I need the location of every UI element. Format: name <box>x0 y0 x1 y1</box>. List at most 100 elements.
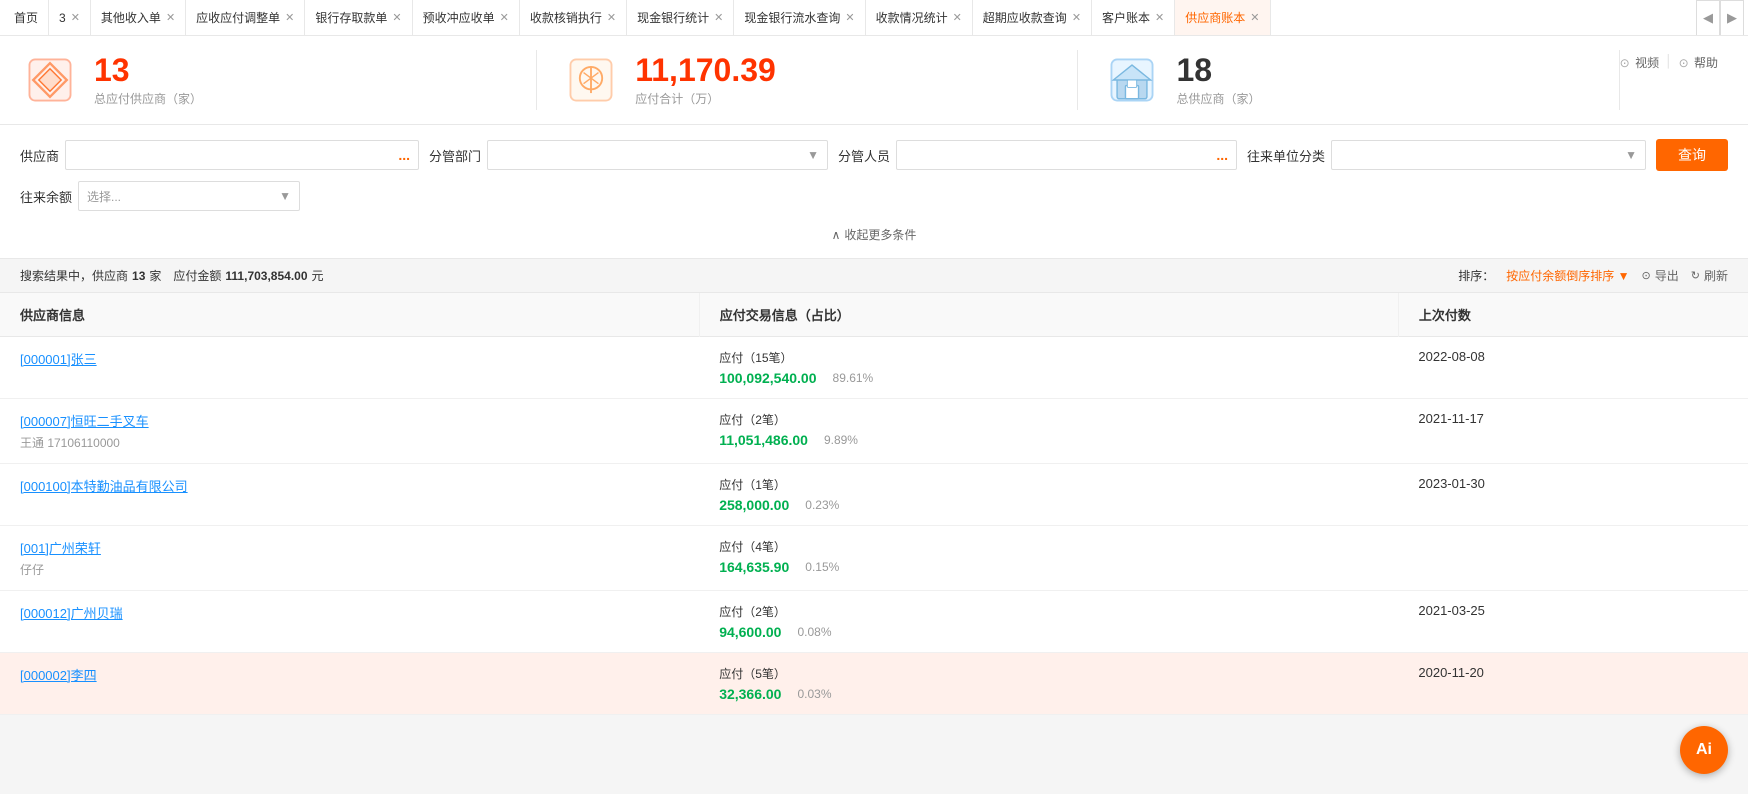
nav-next-arrow[interactable]: ▶ <box>1720 0 1744 36</box>
tx-cell-1: 应付（2笔）11,051,486.009.89% <box>699 399 1398 464</box>
nav-tab-other-income[interactable]: 其他收入单 ✕ <box>91 0 186 36</box>
filter-group-dept: 分管部门 ▼ <box>429 140 828 170</box>
nav-prev-arrow[interactable]: ◀ <box>1696 0 1720 36</box>
stat-item-total-suppliers: 18 总供应商（家） <box>1078 50 1619 110</box>
divider: │ <box>1665 54 1673 68</box>
sort-select[interactable]: 按应付余额倒序排序 ▼ <box>1506 267 1629 284</box>
nav-tab-cash-flow-label: 现金银行流水查询 <box>744 9 840 26</box>
wheat-icon <box>561 50 621 110</box>
person-label: 分管人员 <box>838 146 890 165</box>
tx-amount-3[interactable]: 164,635.90 <box>719 559 789 575</box>
nav-tab-bank-close[interactable]: ✕ <box>392 11 401 24</box>
nav-tab-recv-stat[interactable]: 收款情况统计 ✕ <box>866 0 973 36</box>
nav-tab-recv-stat-close[interactable]: ✕ <box>953 11 962 24</box>
balance-label: 往来余额 <box>20 187 72 206</box>
nav-tab-cash-flow[interactable]: 现金银行流水查询 ✕ <box>734 0 865 36</box>
category-select[interactable]: ▼ <box>1331 140 1646 170</box>
tx-label-5: 应付（5笔） <box>719 665 1378 682</box>
summary-supplier-count: 13 <box>132 269 145 283</box>
category-dropdown-icon: ▼ <box>1625 148 1637 162</box>
supplier-name-link-4[interactable]: [000012]广州贝瑞 <box>20 606 123 621</box>
last-pay-cell-2: 2023-01-30 <box>1398 464 1748 526</box>
supplier-cell-2: [000100]本特勤油品有限公司 <box>0 464 699 526</box>
balance-placeholder: 选择... <box>87 188 121 205</box>
diamond-icon <box>20 50 80 110</box>
video-link[interactable]: ⊙ 视频 <box>1620 54 1659 71</box>
tx-amount-5[interactable]: 32,366.00 <box>719 686 781 702</box>
nav-tab-bank-label: 银行存取款单 <box>315 9 387 26</box>
summary-amount-unit: 元 <box>312 267 324 284</box>
nav-tab-supplier-book[interactable]: 供应商账本 ✕ <box>1175 0 1270 36</box>
tx-amount-1[interactable]: 11,051,486.00 <box>719 432 808 448</box>
nav-tab-customer-book-close[interactable]: ✕ <box>1155 11 1164 24</box>
stat-label-payable: 总应付供应商（家） <box>94 90 202 107</box>
supplier-dots-icon[interactable]: ... <box>398 147 410 163</box>
ai-button[interactable]: Ai <box>1680 726 1728 774</box>
nav-tab-supplier-book-close[interactable]: ✕ <box>1250 11 1259 24</box>
person-input[interactable]: ... <box>896 140 1237 170</box>
dept-label: 分管部门 <box>429 146 481 165</box>
tx-amount-4[interactable]: 94,600.00 <box>719 624 781 640</box>
nav-tab-cash-stat[interactable]: 现金银行统计 ✕ <box>627 0 734 36</box>
nav-tab-receipt-verify-close[interactable]: ✕ <box>607 11 616 24</box>
nav-tab-home-label: 首页 <box>14 9 38 26</box>
nav-tab-receipt-verify[interactable]: 收款核销执行 ✕ <box>520 0 627 36</box>
nav-tab-home[interactable]: 首页 <box>4 0 49 36</box>
export-button[interactable]: ⊙ 导出 <box>1642 267 1679 284</box>
filter-group-category: 往来单位分类 ▼ <box>1247 140 1646 170</box>
nav-tab-adjust[interactable]: 应收应付调整单 ✕ <box>186 0 305 36</box>
nav-tab-advance-recv-close[interactable]: ✕ <box>500 11 509 24</box>
collapse-button[interactable]: ∧ 收起更多条件 <box>832 221 917 248</box>
stat-number-total: 11,170.39 <box>635 54 776 86</box>
supplier-name-link-5[interactable]: [000002]李四 <box>20 668 97 683</box>
tx-amount-0[interactable]: 100,092,540.00 <box>719 370 816 386</box>
tx-label-1: 应付（2笔） <box>719 411 1378 428</box>
nav-tab-supplier-book-label: 供应商账本 <box>1185 9 1245 26</box>
supplier-name-link-3[interactable]: [001]广州荣轩 <box>20 541 101 556</box>
tx-label-3: 应付（4笔） <box>719 538 1378 555</box>
query-button[interactable]: 查询 <box>1656 139 1728 171</box>
nav-tab-customer-book[interactable]: 客户账本 ✕ <box>1092 0 1175 36</box>
last-pay-cell-4: 2021-03-25 <box>1398 591 1748 653</box>
tx-label-0: 应付（15笔） <box>719 349 1378 366</box>
nav-tab-adjust-label: 应收应付调整单 <box>196 9 280 26</box>
filter-group-balance: 往来余额 选择... ▼ <box>20 181 300 211</box>
nav-tab-adjust-close[interactable]: ✕ <box>285 11 294 24</box>
last-pay-date-0: 2022-08-08 <box>1418 349 1485 364</box>
nav-tab-overdue-close[interactable]: ✕ <box>1072 11 1081 24</box>
dept-select[interactable]: ▼ <box>487 140 828 170</box>
supplier-cell-4: [000012]广州贝瑞 <box>0 591 699 653</box>
balance-select[interactable]: 选择... ▼ <box>78 181 300 211</box>
nav-tab-cash-flow-close[interactable]: ✕ <box>845 11 854 24</box>
nav-tab-3-close[interactable]: ✕ <box>71 11 80 24</box>
person-dots-icon[interactable]: ... <box>1216 147 1228 163</box>
stats-bar: 13 总应付供应商（家） 11,170.39 应付合计（万） <box>0 36 1748 125</box>
store-icon <box>1102 50 1162 110</box>
tx-amount-2[interactable]: 258,000.00 <box>719 497 789 513</box>
summary-right: 排序： 按应付余额倒序排序 ▼ ⊙ 导出 ↻ 刷新 <box>1458 267 1728 284</box>
nav-tab-cash-stat-close[interactable]: ✕ <box>714 11 723 24</box>
summary-prefix: 搜索结果中，供应商 <box>20 267 128 284</box>
nav-tab-advance-recv[interactable]: 预收冲应收单 ✕ <box>413 0 520 36</box>
supplier-name-link-0[interactable]: [000001]张三 <box>20 352 97 367</box>
supplier-sub-3: 仔仔 <box>20 561 679 578</box>
filter-group-supplier: 供应商 ... <box>20 140 419 170</box>
last-pay-date-1: 2021-11-17 <box>1418 411 1484 426</box>
tx-percent-5: 0.03% <box>797 687 831 701</box>
tx-percent-4: 0.08% <box>797 625 831 639</box>
last-pay-cell-3 <box>1398 526 1748 591</box>
supplier-name-link-2[interactable]: [000100]本特勤油品有限公司 <box>20 479 188 494</box>
nav-tab-customer-book-label: 客户账本 <box>1102 9 1150 26</box>
supplier-input[interactable]: ... <box>65 140 419 170</box>
nav-tab-bank[interactable]: 银行存取款单 ✕ <box>305 0 412 36</box>
nav-tab-3-label: 3 <box>59 11 66 25</box>
nav-tab-other-income-label: 其他收入单 <box>101 9 161 26</box>
nav-tab-3[interactable]: 3 ✕ <box>49 0 91 36</box>
refresh-button[interactable]: ↻ 刷新 <box>1691 267 1728 284</box>
supplier-name-link-1[interactable]: [000007]恒旺二手叉车 <box>20 414 149 429</box>
nav-tab-overdue[interactable]: 超期应收款查询 ✕ <box>973 0 1092 36</box>
table-row: [000012]广州贝瑞应付（2笔）94,600.000.08%2021-03-… <box>0 591 1748 653</box>
table-header-row: 供应商信息 应付交易信息（占比） 上次付数 <box>0 293 1748 337</box>
help-link[interactable]: ⊙ 帮助 <box>1679 54 1718 71</box>
nav-tab-other-income-close[interactable]: ✕ <box>166 11 175 24</box>
